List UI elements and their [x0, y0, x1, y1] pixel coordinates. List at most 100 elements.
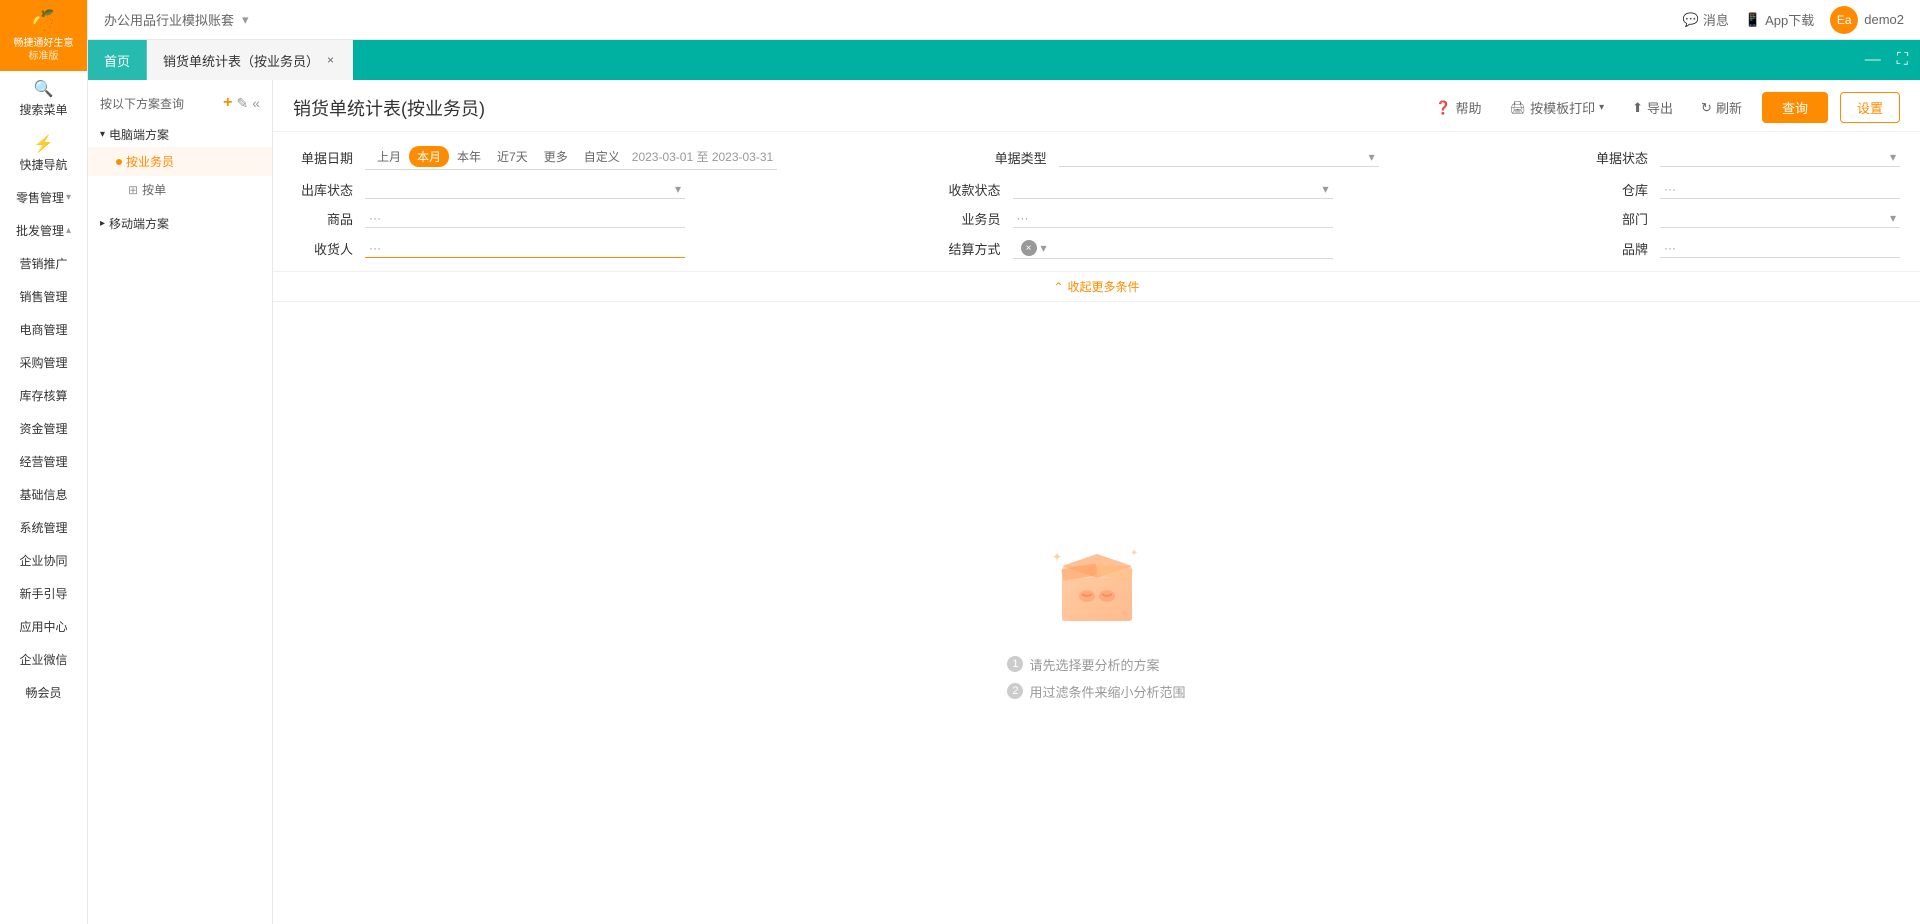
tab-home[interactable]: 首页: [88, 40, 147, 80]
app-logo[interactable]: 🍊 畅捷通好生意 标准版: [0, 0, 88, 71]
sidebar-item-ecommerce[interactable]: 电商管理: [0, 313, 87, 346]
sidebar-item-finance[interactable]: 资金管理: [0, 412, 87, 445]
collapse-icon: ⌃: [1053, 280, 1063, 294]
collect-status-control[interactable]: [1013, 180, 1333, 199]
desktop-scheme-title[interactable]: ▾ 电脑端方案: [88, 122, 272, 147]
page-title: 销货单统计表(按业务员): [293, 95, 485, 121]
empty-state: ✦ ✦ ✦ 1 请先选择要分析的方案 2 用过滤条件来缩小分析范围: [273, 302, 1920, 924]
workspace-dropdown-icon[interactable]: ▾: [242, 12, 249, 28]
refresh-icon: ↻: [1701, 100, 1712, 116]
sidebar-item-search[interactable]: 🔍 搜索菜单: [0, 71, 87, 126]
scheme-item-salesperson[interactable]: 按业务员: [88, 147, 272, 176]
department-label: 部门: [1588, 209, 1648, 228]
date-btn-this-year[interactable]: 本年: [449, 146, 489, 167]
edit-scheme-btn[interactable]: ✎: [236, 95, 248, 112]
sidebar-item-marketing[interactable]: 营销推广: [0, 247, 87, 280]
print-btn[interactable]: 🖨 按模板打印 ▾: [1502, 94, 1613, 121]
sidebar-item-newbie[interactable]: 新手引导: [0, 577, 87, 610]
refresh-btn[interactable]: ↻ 刷新: [1693, 94, 1750, 121]
date-btn-7days[interactable]: 近7天: [489, 146, 536, 167]
wecom-label: 企业微信: [19, 651, 67, 668]
receiver-control[interactable]: ···: [365, 239, 685, 258]
empty-hint-1: 1 请先选择要分析的方案: [1007, 655, 1185, 674]
order-scheme-icon: ⊞: [128, 183, 138, 197]
export-label: 导出: [1647, 98, 1673, 117]
sidebar-item-wecom[interactable]: 企业微信: [0, 643, 87, 676]
date-btn-custom[interactable]: 自定义: [576, 146, 628, 167]
member-label: 畅会员: [25, 684, 61, 701]
doc-status-arrow: [1890, 150, 1896, 164]
sidebar-item-wholesale[interactable]: 批发管理 ▴: [0, 214, 87, 247]
help-icon: ❓: [1435, 100, 1451, 116]
settings-btn[interactable]: 设置: [1840, 92, 1900, 123]
settlement-tag-close[interactable]: ×: [1021, 240, 1037, 256]
collapse-filter-btn[interactable]: ⌃ 收起更多条件: [273, 272, 1920, 302]
mobile-scheme-title[interactable]: ▸ 移动端方案: [88, 211, 272, 236]
sidebar-item-sales[interactable]: 销售管理: [0, 280, 87, 313]
out-status-label: 出库状态: [293, 180, 353, 199]
doc-type-control[interactable]: [1059, 148, 1379, 167]
date-range-text: 2023-03-01 至 2023-03-31: [632, 148, 773, 165]
add-scheme-btn[interactable]: +: [223, 94, 232, 112]
date-btn-this-month[interactable]: 本月: [409, 146, 449, 167]
step-1: 1: [1007, 656, 1023, 672]
filter-area: 单据日期 上月 本月 本年 近7天 更多 自定义 2023-03-01 至 20…: [273, 132, 1920, 272]
doc-status-control[interactable]: [1660, 148, 1900, 167]
sidebar-search-label: 搜索菜单: [19, 101, 67, 118]
refresh-label: 刷新: [1716, 98, 1742, 117]
sidebar-item-purchase[interactable]: 采购管理: [0, 346, 87, 379]
empty-hint-2: 2 用过滤条件来缩小分析范围: [1007, 682, 1185, 701]
home-tab-label: 首页: [104, 51, 130, 70]
sidebar-item-system[interactable]: 系统管理: [0, 511, 87, 544]
sidebar-item-member[interactable]: 畅会员: [0, 676, 87, 709]
app-download-btn[interactable]: 📱 App下载: [1745, 10, 1814, 29]
sidebar-item-operations[interactable]: 经营管理: [0, 445, 87, 478]
brand-control[interactable]: ···: [1660, 239, 1900, 258]
sidebar-item-collab[interactable]: 企业协同: [0, 544, 87, 577]
logo-sub: 标准版: [4, 50, 84, 63]
goods-label: 商品: [293, 209, 353, 228]
collapse-panel-btn[interactable]: «: [252, 95, 260, 111]
export-btn[interactable]: ⬆ 导出: [1624, 94, 1681, 121]
logo-text: 畅捷通好生意: [4, 37, 84, 50]
current-tab-label: 销货单统计表（按业务员）: [163, 51, 319, 70]
collect-status-label: 收款状态: [941, 180, 1001, 199]
main-area: 办公用品行业模拟账套 ▾ 💬 消息 📱 App下载 Ea demo2 首页: [88, 0, 1920, 924]
query-btn[interactable]: 查询: [1762, 92, 1828, 123]
help-label: 帮助: [1456, 98, 1482, 117]
date-btn-last-month[interactable]: 上月: [369, 146, 409, 167]
scheme-item-order[interactable]: ⊞ 按单: [88, 176, 272, 203]
tab-min-btn[interactable]: —: [1861, 47, 1885, 73]
tab-current[interactable]: 销货单统计表（按业务员） ×: [147, 40, 353, 80]
tab-max-btn[interactable]: ⛶: [1893, 47, 1912, 73]
out-status-control[interactable]: [365, 180, 685, 199]
warehouse-control[interactable]: ···: [1660, 180, 1900, 199]
date-btn-more[interactable]: 更多: [536, 146, 576, 167]
salesperson-placeholder: ···: [1017, 211, 1329, 225]
sidebar-item-inventory[interactable]: 库存核算: [0, 379, 87, 412]
goods-control[interactable]: ···: [365, 209, 685, 228]
svg-text:✦: ✦: [1120, 609, 1127, 618]
user-profile[interactable]: Ea demo2: [1830, 6, 1904, 34]
message-btn[interactable]: 💬 消息: [1683, 10, 1729, 29]
left-panel: 按以下方案查询 + ✎ « ▾ 电脑端方案 按业务员 ⊞ 按单: [88, 80, 273, 924]
date-label: 单据日期: [293, 148, 353, 167]
settlement-control[interactable]: ×: [1013, 238, 1333, 259]
print-label: 按模板打印: [1530, 98, 1595, 117]
salesperson-label: 业务员: [941, 209, 1001, 228]
system-label: 系统管理: [19, 519, 67, 536]
sidebar-item-retail[interactable]: 零售管理 ▾: [0, 181, 87, 214]
desktop-scheme-group: ▾ 电脑端方案 按业务员 ⊞ 按单: [88, 118, 272, 207]
salesperson-control[interactable]: ···: [1013, 209, 1333, 228]
tab-bar: 首页 销货单统计表（按业务员） × — ⛶: [88, 40, 1920, 80]
sidebar-item-appcenter[interactable]: 应用中心: [0, 610, 87, 643]
page-actions: ❓ 帮助 🖨 按模板打印 ▾ ⬆ 导出 ↻ 刷新: [1427, 92, 1900, 123]
help-btn[interactable]: ❓ 帮助: [1427, 94, 1489, 121]
retail-label: 零售管理: [16, 189, 64, 206]
sidebar-item-basic[interactable]: 基础信息: [0, 478, 87, 511]
hint1-text: 请先选择要分析的方案: [1029, 655, 1159, 674]
doc-type-label: 单据类型: [987, 148, 1047, 167]
sidebar-item-quick-nav[interactable]: ⚡ 快捷导航: [0, 126, 87, 181]
department-control[interactable]: [1660, 209, 1900, 228]
tab-close-btn[interactable]: ×: [325, 51, 336, 69]
